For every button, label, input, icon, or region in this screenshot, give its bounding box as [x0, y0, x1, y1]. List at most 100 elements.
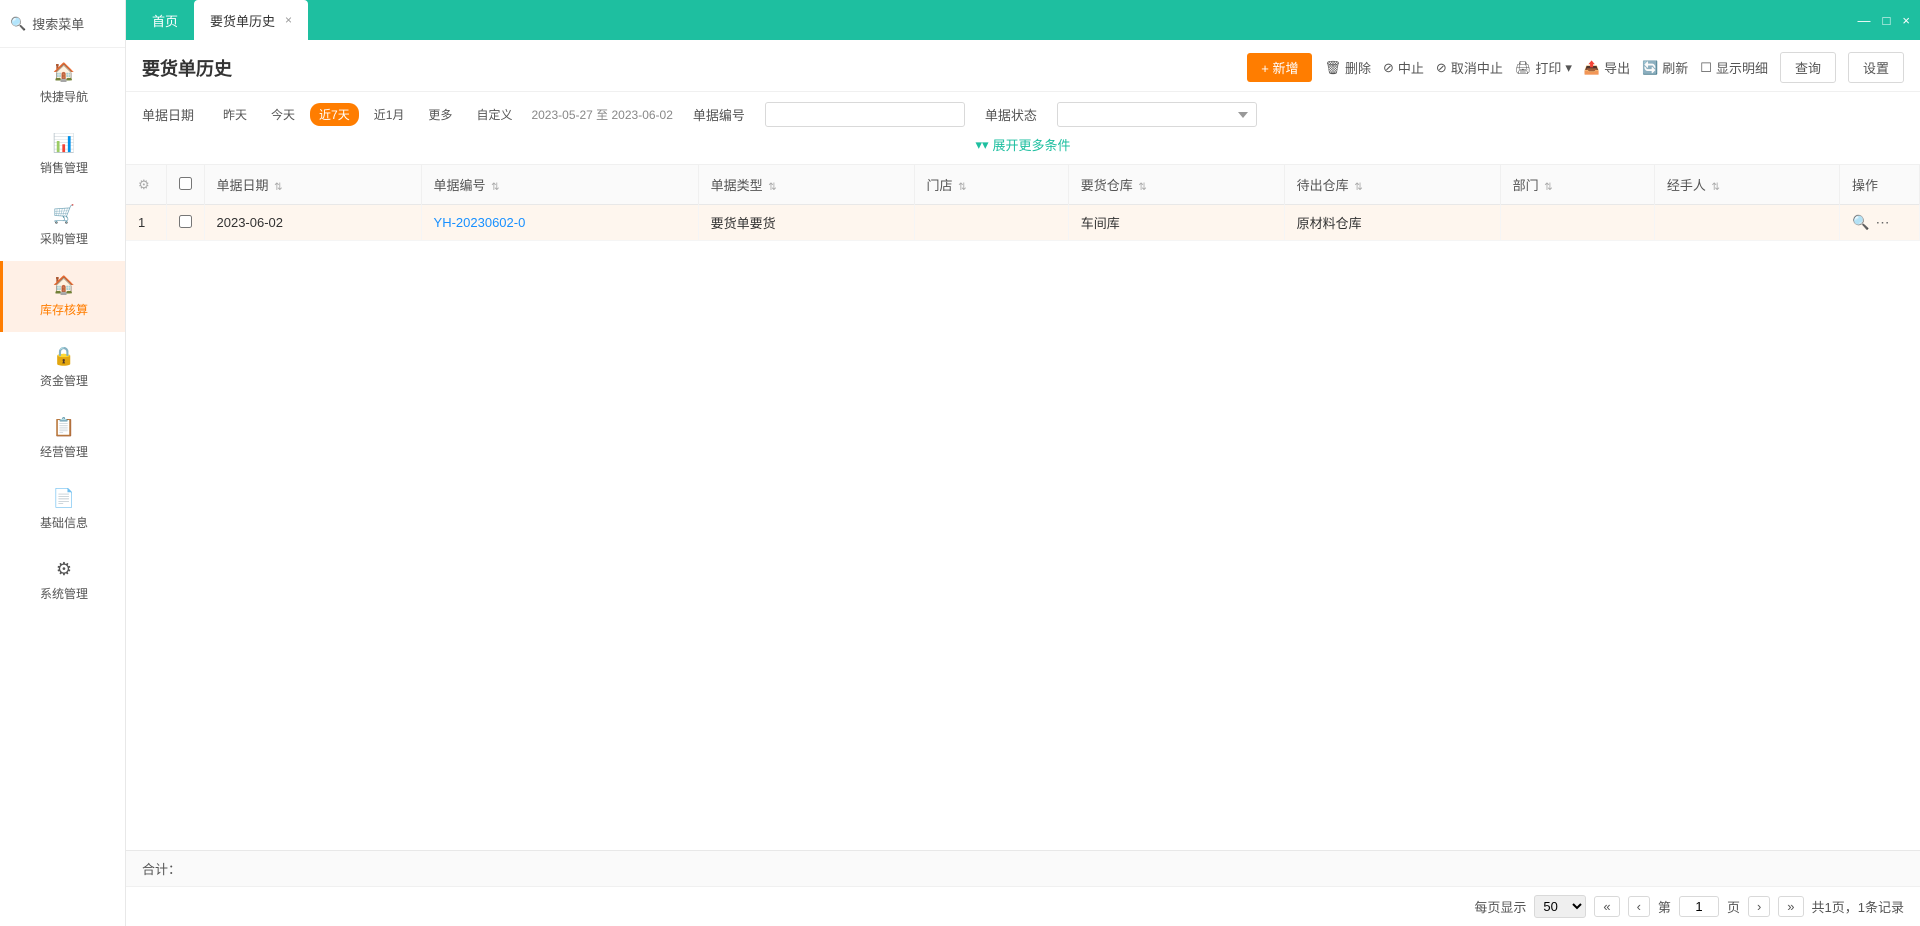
cell-handler [1654, 205, 1839, 241]
show-detail-button[interactable]: ☐ 显示明细 [1700, 58, 1768, 77]
sidebar-item-sales-mgmt[interactable]: 📊 销售管理 [0, 119, 125, 190]
clipboard-icon: 📋 [53, 417, 75, 438]
sort-icon: ⇅ [1138, 182, 1146, 193]
page-unit-label: 页 [1727, 897, 1740, 916]
cell-pending-warehouse: 原材料仓库 [1284, 205, 1500, 241]
settings-button[interactable]: 设置 [1848, 52, 1904, 83]
cart-icon: 🛒 [53, 204, 75, 225]
checkbox-icon: ☐ [1700, 60, 1712, 76]
sort-icon: ⇅ [274, 182, 282, 193]
doc-icon: 📄 [53, 488, 75, 509]
tab-requisition-history[interactable]: 要货单历史 × [194, 0, 308, 40]
window-maximize-button[interactable]: □ [1883, 13, 1891, 28]
date-btn-today[interactable]: 今天 [262, 103, 304, 126]
date-range-display: 2023-05-27 至 2023-06-02 [531, 106, 672, 123]
tab-close-icon[interactable]: × [285, 13, 292, 27]
add-button[interactable]: + 新增 [1247, 53, 1312, 82]
print-dropdown-icon: ▾ [1565, 60, 1572, 76]
col-store-header[interactable]: 门店 ⇅ [914, 165, 1068, 205]
expand-filter-button[interactable]: ▾▾ 展开更多条件 [142, 135, 1904, 154]
per-page-select[interactable]: 50 10 20 100 [1534, 895, 1586, 918]
view-op-icon[interactable]: 🔍 [1852, 214, 1869, 231]
first-page-button[interactable]: « [1594, 896, 1619, 917]
prev-page-button[interactable]: ‹ [1628, 896, 1650, 917]
col-pending-warehouse-header[interactable]: 待出仓库 ⇅ [1284, 165, 1500, 205]
more-op-icon[interactable]: ⋯ [1875, 214, 1889, 231]
next-page-button[interactable]: › [1748, 896, 1770, 917]
cell-doc-type: 要货单要货 [698, 205, 914, 241]
date-btn-7days[interactable]: 近7天 [310, 103, 359, 126]
tab-home[interactable]: 首页 [136, 0, 194, 40]
total-info: 共1页，1条记录 [1812, 897, 1904, 916]
refresh-button[interactable]: 🔄 刷新 [1642, 58, 1688, 77]
stop-icon: ⊘ [1383, 60, 1394, 76]
cell-store [914, 205, 1068, 241]
sort-icon: ⇅ [1711, 182, 1719, 193]
page-number-input[interactable] [1679, 896, 1719, 917]
sidebar-search[interactable]: 🔍 搜索菜单 [0, 0, 125, 48]
doc-no-input[interactable] [765, 102, 965, 127]
stop-button[interactable]: ⊘ 中止 [1383, 58, 1424, 77]
sidebar-item-sys-mgmt[interactable]: ⚙ 系统管理 [0, 545, 125, 616]
col-doc-no-header[interactable]: 单据编号 ⇅ [421, 165, 698, 205]
sidebar-item-label: 采购管理 [40, 230, 88, 247]
delete-button[interactable]: 🗑 删除 [1324, 58, 1371, 77]
doc-no-link[interactable]: YH-20230602-0 [434, 215, 526, 230]
sidebar-item-inventory[interactable]: 🏠 库存核算 [0, 261, 125, 332]
date-btn-custom[interactable]: 自定义 [467, 103, 521, 126]
cancel-stop-button[interactable]: ⊘ 取消中止 [1436, 58, 1503, 77]
print-button[interactable]: 🖨 打印 ▾ [1515, 58, 1572, 77]
sort-icon: ⇅ [491, 182, 499, 193]
sidebar-item-quick-nav[interactable]: 🏠 快捷导航 [0, 48, 125, 119]
search-icon: 🔍 [10, 16, 26, 32]
sidebar-item-basic-info[interactable]: 📄 基础信息 [0, 474, 125, 545]
last-page-button[interactable]: » [1778, 896, 1803, 917]
sidebar-search-label: 搜索菜单 [32, 14, 84, 33]
status-select[interactable] [1057, 102, 1257, 127]
col-doc-type-header[interactable]: 单据类型 ⇅ [698, 165, 914, 205]
chart-icon: 📊 [53, 133, 75, 154]
doc-no-label: 单据编号 [693, 105, 745, 124]
sidebar-item-purchase-mgmt[interactable]: 🛒 采购管理 [0, 190, 125, 261]
page-title: 要货单历史 [142, 55, 232, 81]
sidebar-item-finance[interactable]: 🔒 资金管理 [0, 332, 125, 403]
col-dept-header[interactable]: 部门 ⇅ [1500, 165, 1654, 205]
print-icon: 🖨 [1515, 60, 1532, 76]
col-doc-date-header[interactable]: 单据日期 ⇅ [204, 165, 421, 205]
row-checkbox[interactable] [179, 215, 192, 228]
inventory-icon: 🏠 [53, 275, 75, 296]
query-button[interactable]: 查询 [1780, 52, 1836, 83]
table-header-row: ⚙ 单据日期 ⇅ 单据编号 ⇅ [126, 165, 1920, 205]
tab-home-label: 首页 [152, 11, 178, 30]
sidebar-item-label: 销售管理 [40, 159, 88, 176]
window-close-button[interactable]: × [1902, 13, 1910, 28]
date-filter-buttons: 昨天 今天 近7天 近1月 更多 自定义 2023-05-27 至 2023-0… [214, 103, 673, 126]
date-btn-yesterday[interactable]: 昨天 [214, 103, 256, 126]
col-ops-header: 操作 [1840, 165, 1920, 205]
col-handler-header[interactable]: 经手人 ⇅ [1654, 165, 1839, 205]
col-checkbox-header[interactable] [166, 165, 204, 205]
date-btn-more[interactable]: 更多 [419, 103, 461, 126]
col-req-warehouse-header[interactable]: 要货仓库 ⇅ [1068, 165, 1284, 205]
cell-checkbox[interactable] [166, 205, 204, 241]
home-icon: 🏠 [53, 62, 75, 83]
sidebar-item-operations[interactable]: 📋 经营管理 [0, 403, 125, 474]
cell-doc-no: YH-20230602-0 [421, 205, 698, 241]
window-minimize-button[interactable]: — [1858, 13, 1871, 28]
select-all-checkbox[interactable] [179, 177, 192, 190]
date-btn-1month[interactable]: 近1月 [365, 103, 414, 126]
cancel-stop-icon: ⊘ [1436, 60, 1447, 76]
export-button[interactable]: 📤 导出 [1584, 58, 1630, 77]
status-label: 单据状态 [985, 105, 1037, 124]
gear-icon[interactable]: ⚙ [138, 177, 150, 192]
filter-row-1: 单据日期 昨天 今天 近7天 近1月 更多 自定义 2023-05-27 至 2… [142, 102, 1904, 127]
cell-req-warehouse: 车间库 [1068, 205, 1284, 241]
page-goto-label: 第 [1658, 897, 1671, 916]
sidebar-item-label: 系统管理 [40, 585, 88, 602]
page-header: 要货单历史 + 新增 🗑 删除 ⊘ 中止 ⊘ 取消中止 🖨 打印 [126, 40, 1920, 92]
export-icon: 📤 [1584, 60, 1600, 76]
main-area: 首页 要货单历史 × — □ × 要货单历史 + 新增 🗑 删除 ⊘ [126, 0, 1920, 926]
col-gear-header[interactable]: ⚙ [126, 165, 166, 205]
topbar: 首页 要货单历史 × — □ × [126, 0, 1920, 40]
delete-icon: 🗑 [1324, 60, 1341, 76]
